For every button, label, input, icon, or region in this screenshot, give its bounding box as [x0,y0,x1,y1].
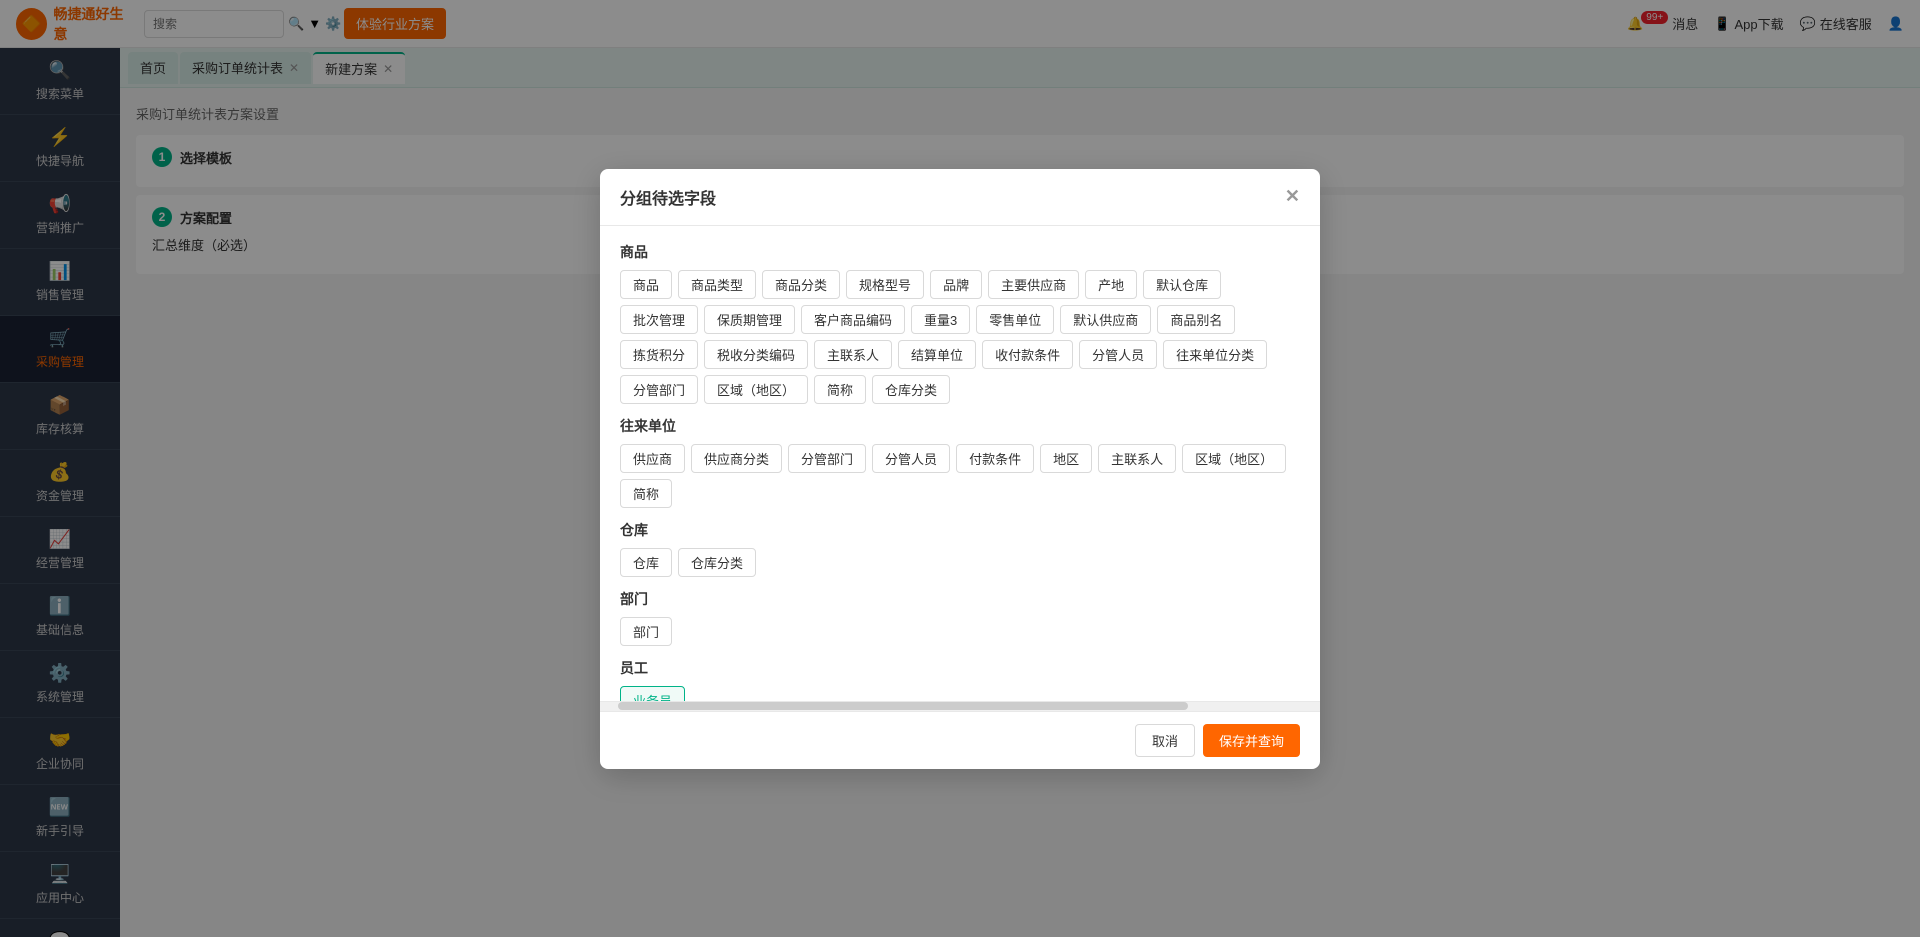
field-tag-0-6[interactable]: 产地 [1085,270,1137,299]
cancel-button[interactable]: 取消 [1135,724,1195,757]
field-tag-1-6[interactable]: 主联系人 [1098,444,1176,473]
dialog-body: 商品商品商品类型商品分类规格型号品牌主要供应商产地默认仓库批次管理保质期管理客户… [600,226,1320,701]
field-tag-0-24[interactable]: 简称 [814,375,866,404]
confirm-button[interactable]: 保存并查询 [1203,724,1300,757]
field-tag-4-0[interactable]: 业务员 [620,686,685,701]
field-tag-0-9[interactable]: 保质期管理 [704,305,795,334]
field-tag-3-0[interactable]: 部门 [620,617,672,646]
field-tag-1-2[interactable]: 分管部门 [788,444,866,473]
field-tag-0-2[interactable]: 商品分类 [762,270,840,299]
field-tag-0-10[interactable]: 客户商品编码 [801,305,905,334]
dialog-horizontal-scrollbar[interactable] [600,701,1320,711]
field-tag-2-1[interactable]: 仓库分类 [678,548,756,577]
modal-overlay: 分组待选字段 ✕ 商品商品商品类型商品分类规格型号品牌主要供应商产地默认仓库批次… [0,0,1920,937]
field-tag-0-17[interactable]: 主联系人 [814,340,892,369]
field-tag-1-4[interactable]: 付款条件 [956,444,1034,473]
field-section-title-0: 商品 [620,242,1300,262]
field-tag-0-5[interactable]: 主要供应商 [988,270,1079,299]
field-section-title-2: 仓库 [620,520,1300,540]
field-section-title-4: 员工 [620,658,1300,678]
field-tag-0-3[interactable]: 规格型号 [846,270,924,299]
dialog-footer: 取消 保存并查询 [600,711,1320,769]
field-tag-1-0[interactable]: 供应商 [620,444,685,473]
field-tag-0-16[interactable]: 税收分类编码 [704,340,808,369]
field-tag-0-23[interactable]: 区域（地区） [704,375,808,404]
field-tag-0-14[interactable]: 商品别名 [1157,305,1235,334]
field-tags-3: 部门 [620,617,1300,646]
field-tag-0-12[interactable]: 零售单位 [976,305,1054,334]
hscroll-thumb[interactable] [618,702,1188,710]
field-tag-0-1[interactable]: 商品类型 [678,270,756,299]
field-tags-0: 商品商品类型商品分类规格型号品牌主要供应商产地默认仓库批次管理保质期管理客户商品… [620,270,1300,404]
field-tag-0-7[interactable]: 默认仓库 [1143,270,1221,299]
field-tag-0-8[interactable]: 批次管理 [620,305,698,334]
field-tag-1-7[interactable]: 区域（地区） [1182,444,1286,473]
field-tag-1-3[interactable]: 分管人员 [872,444,950,473]
field-tag-0-13[interactable]: 默认供应商 [1060,305,1151,334]
field-section-title-1: 往来单位 [620,416,1300,436]
field-tag-0-21[interactable]: 往来单位分类 [1163,340,1267,369]
field-tag-0-11[interactable]: 重量3 [911,305,970,334]
field-tag-1-5[interactable]: 地区 [1040,444,1092,473]
field-tags-4: 业务员 [620,686,1300,701]
field-tags-1: 供应商供应商分类分管部门分管人员付款条件地区主联系人区域（地区） 简称 [620,444,1300,508]
field-tag-0-15[interactable]: 拣货积分 [620,340,698,369]
field-tag-1-8[interactable]: 简称 [620,479,672,508]
field-tag-1-1[interactable]: 供应商分类 [691,444,782,473]
field-tag-0-20[interactable]: 分管人员 [1079,340,1157,369]
field-tag-0-4[interactable]: 品牌 [930,270,982,299]
field-tag-0-18[interactable]: 结算单位 [898,340,976,369]
field-tags-2: 仓库仓库分类 [620,548,1300,577]
dialog-title: 分组待选字段 [620,185,716,209]
field-select-dialog: 分组待选字段 ✕ 商品商品商品类型商品分类规格型号品牌主要供应商产地默认仓库批次… [600,169,1320,769]
field-tag-0-22[interactable]: 分管部门 [620,375,698,404]
field-tag-2-0[interactable]: 仓库 [620,548,672,577]
field-tag-0-19[interactable]: 收付款条件 [982,340,1073,369]
dialog-close-button[interactable]: ✕ [1285,186,1300,207]
field-tag-0-0[interactable]: 商品 [620,270,672,299]
field-tag-0-25[interactable]: 仓库分类 [872,375,950,404]
field-section-title-3: 部门 [620,589,1300,609]
dialog-header: 分组待选字段 ✕ [600,169,1320,226]
